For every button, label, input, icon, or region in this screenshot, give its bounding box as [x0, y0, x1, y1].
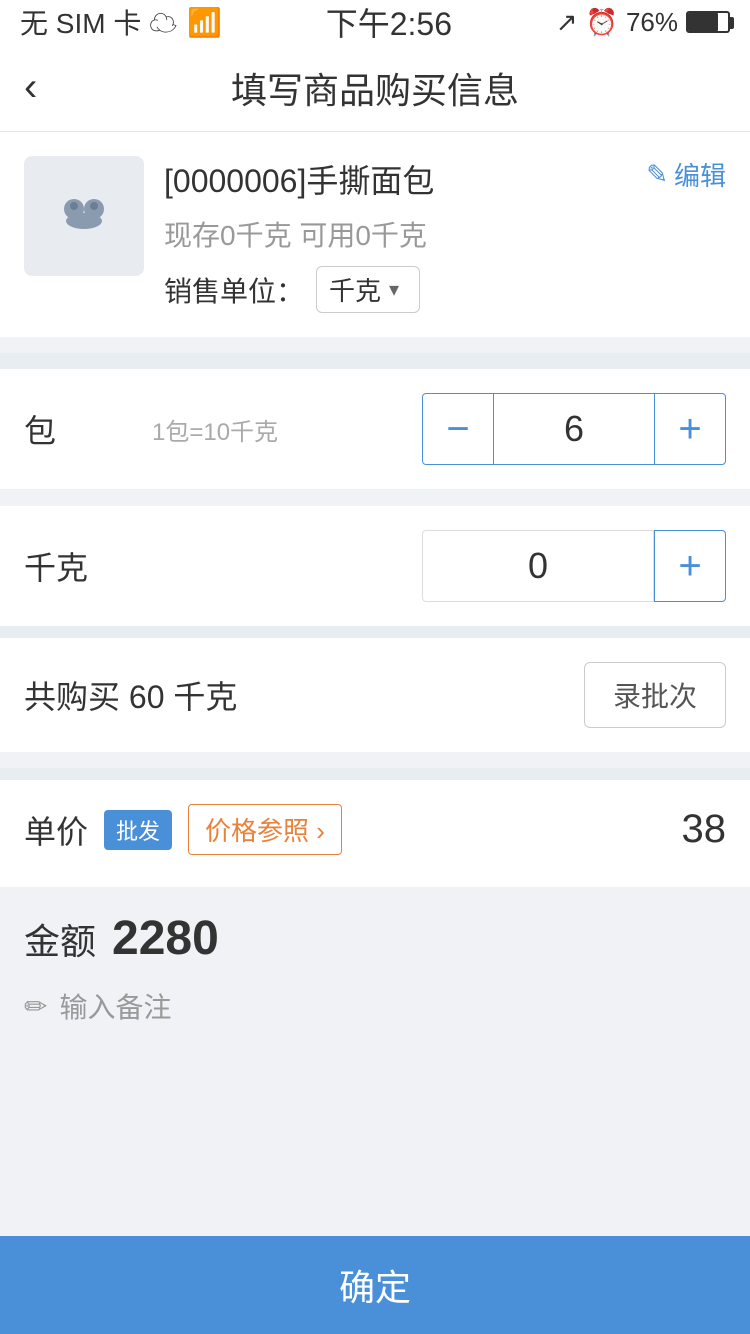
price-row: 单价 批发 价格参照 › 38 [24, 804, 726, 855]
edit-button[interactable]: ✎ 编辑 [646, 156, 726, 193]
kg-input-section: 千克 + [0, 506, 750, 626]
status-time: 下午2:56 [326, 0, 452, 45]
product-unit: 销售单位： 千克 ▾ [164, 266, 726, 313]
price-tag: 批发 [104, 810, 172, 850]
pencil-icon: ✏ [24, 990, 47, 1023]
amount-label: 金额 [24, 913, 96, 965]
price-value: 38 [682, 807, 727, 852]
bao-row: 包 1包=10千克 − + [0, 369, 750, 490]
product-stock: 现存0千克 可用0千克 [164, 214, 726, 254]
kg-label: 千克 [24, 543, 144, 589]
product-image [24, 156, 144, 276]
section-divider-2 [0, 626, 750, 638]
status-left: 无 SIM 卡 ☁ 📶 [20, 2, 222, 42]
section-divider-1 [0, 353, 750, 369]
bao-input-section: 包 1包=10千克 − + [0, 369, 750, 490]
chevron-down-icon: ▾ [389, 277, 399, 302]
sim-label: 无 SIM 卡 ☁ [20, 2, 177, 42]
battery-level: 76% [626, 7, 678, 38]
amount-value: 2280 [112, 911, 219, 966]
price-ref-button[interactable]: 价格参照 › [188, 804, 342, 855]
note-row[interactable]: ✏ 输入备注 [24, 986, 726, 1026]
wifi-icon: 📶 [187, 6, 222, 39]
bao-plus-button[interactable]: + [654, 393, 726, 465]
section-divider-3 [0, 768, 750, 780]
kg-plus-button[interactable]: + [654, 530, 726, 602]
edit-label: 编辑 [674, 156, 726, 193]
kg-stepper: + [422, 530, 726, 602]
note-placeholder: 输入备注 [59, 986, 171, 1026]
back-button[interactable]: ‹ [24, 65, 37, 110]
status-right: ↗ ⏰ 76% [556, 7, 730, 38]
bao-minus-button[interactable]: − [422, 393, 494, 465]
unit-select[interactable]: 千克 ▾ [316, 266, 420, 313]
page-title: 填写商品购买信息 [231, 62, 519, 114]
amount-section: 金额 2280 ✏ 输入备注 [0, 887, 750, 1050]
bao-hint: 1包=10千克 [152, 412, 422, 447]
amount-row: 金额 2280 [24, 911, 726, 966]
kg-row: 千克 + [0, 506, 750, 626]
battery-icon [686, 11, 730, 33]
unit-label: 销售单位： [164, 270, 304, 310]
product-card: [0000006]手撕面包 ✎ 编辑 现存0千克 可用0千克 销售单位： 千克 … [0, 132, 750, 337]
nav-bar: ‹ 填写商品购买信息 [0, 44, 750, 132]
confirm-button[interactable]: 确定 [0, 1236, 750, 1334]
price-section: 单价 批发 价格参照 › 38 [0, 780, 750, 887]
location-icon: ↗ [556, 7, 578, 38]
alarm-icon: ⏰ [586, 7, 618, 38]
price-label: 单价 [24, 807, 88, 853]
unit-value: 千克 [329, 271, 381, 308]
bao-stepper: − + [422, 393, 726, 465]
batch-button[interactable]: 录批次 [584, 662, 726, 728]
bao-label: 包 [24, 406, 144, 452]
bao-input[interactable] [494, 393, 654, 465]
total-row: 共购买 60 千克 录批次 [0, 638, 750, 752]
product-info: [0000006]手撕面包 ✎ 编辑 现存0千克 可用0千克 销售单位： 千克 … [164, 156, 726, 313]
total-text: 共购买 60 千克 [24, 672, 237, 718]
kg-input[interactable] [422, 530, 654, 602]
status-bar: 无 SIM 卡 ☁ 📶 下午2:56 ↗ ⏰ 76% [0, 0, 750, 44]
edit-icon: ✎ [646, 159, 668, 190]
product-name: [0000006]手撕面包 [164, 156, 434, 202]
